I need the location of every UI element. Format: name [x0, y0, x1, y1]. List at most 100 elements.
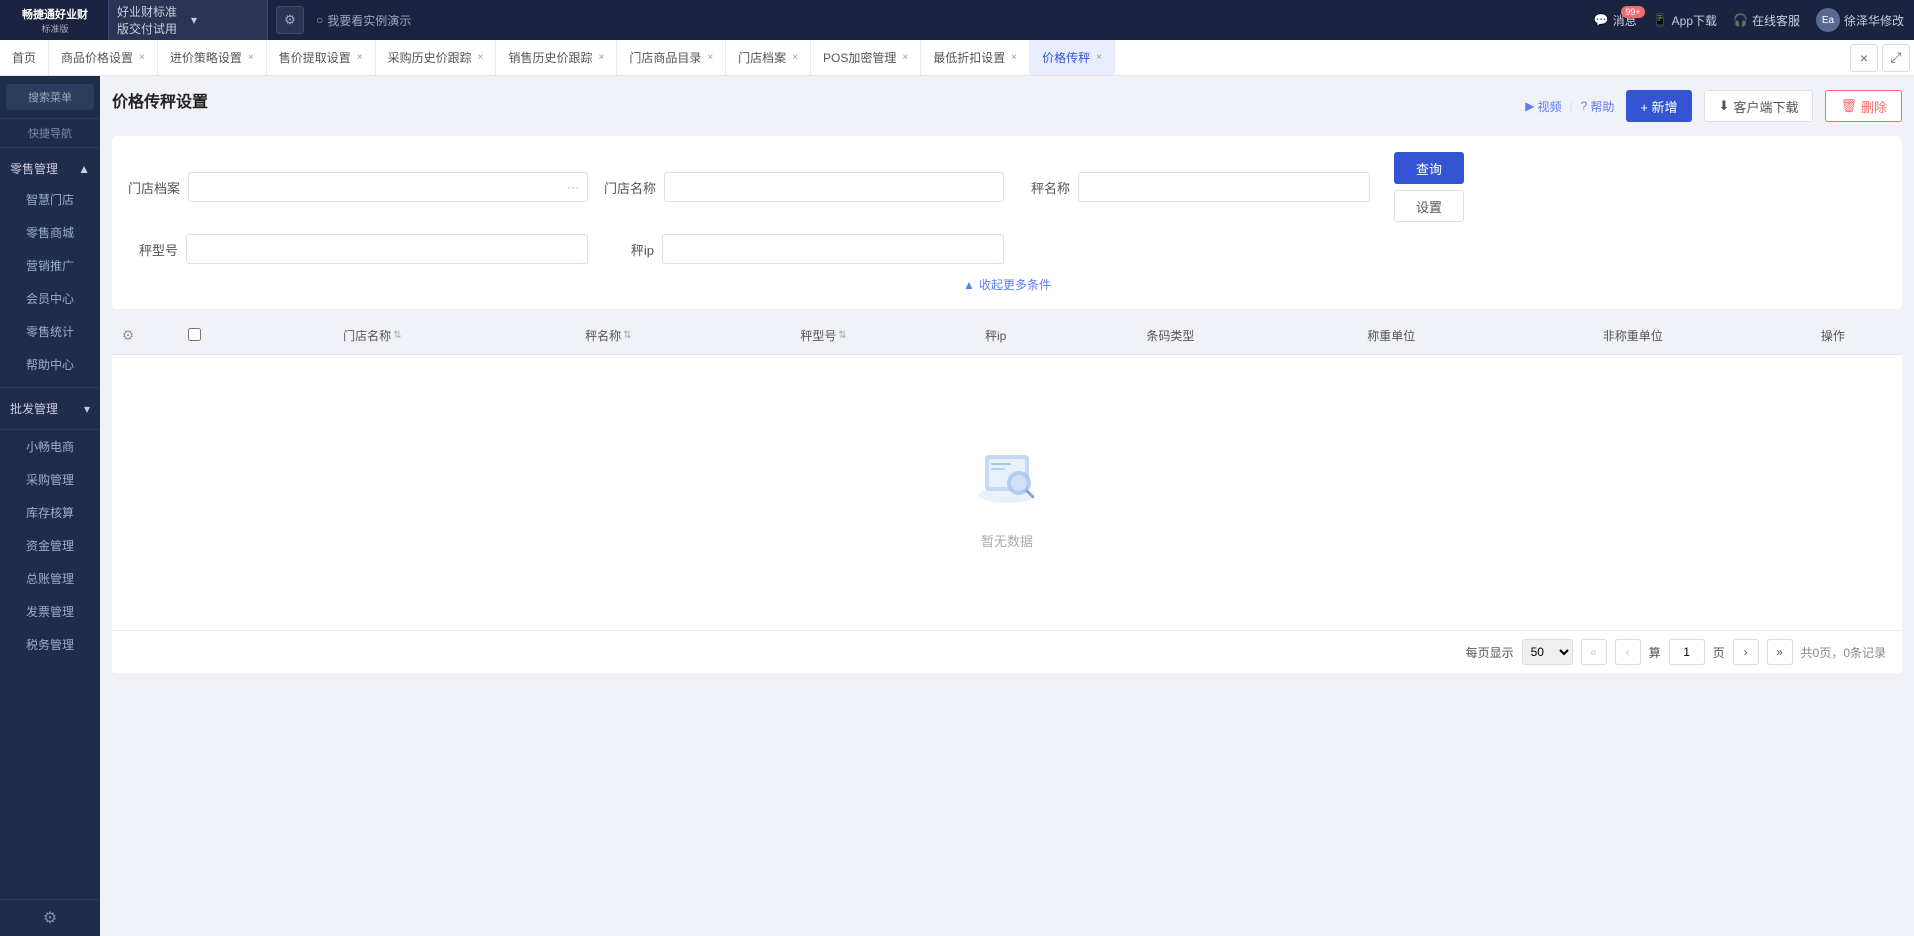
sort-scale-model[interactable]: 秤型号 ⇅	[724, 327, 923, 344]
tab-min-discount[interactable]: 最低折扣设置 ×	[921, 40, 1030, 76]
settings-button[interactable]: ⚙	[276, 6, 304, 34]
avatar: Ea	[1816, 8, 1840, 32]
sidebar-item-finance[interactable]: 资金管理	[0, 529, 100, 562]
sidebar-item-invoice[interactable]: 发票管理	[0, 595, 100, 628]
filter-row-1: 门店档案 ··· 门店名称 秤名称 查询 设置	[128, 152, 1886, 222]
sidebar-item-member[interactable]: 会员中心	[0, 282, 100, 315]
sidebar-item-retail-mall[interactable]: 零售商城	[0, 216, 100, 249]
tab-price-settings[interactable]: 商品价格设置 ×	[49, 40, 158, 76]
tab-store-catalog-label: 门店商品目录	[629, 49, 701, 66]
separator: |	[1570, 99, 1573, 113]
online-service-button[interactable]: 🎧 在线客服	[1733, 12, 1800, 29]
query-button[interactable]: 查询	[1394, 152, 1464, 184]
collapse-button[interactable]: ▲ 收起更多条件	[128, 276, 1886, 293]
sort-scale-name[interactable]: 秤名称 ⇅	[509, 327, 708, 344]
sidebar-item-smart-store[interactable]: 智慧门店	[0, 183, 100, 216]
tab-bar-end: × ⤢	[1850, 44, 1914, 72]
app-download-button[interactable]: 📱 App下载	[1653, 12, 1717, 29]
scale-ip-input[interactable]	[662, 234, 1004, 264]
page-prev-button[interactable]: ‹	[1615, 639, 1641, 665]
sort-icon-store-name: ⇅	[393, 330, 401, 341]
sidebar-item-purchase[interactable]: 采购管理	[0, 463, 100, 496]
filter-store-archive-label: 门店档案	[128, 178, 180, 197]
tab-purchase-strategy-close[interactable]: ×	[248, 52, 254, 63]
table-gear-icon[interactable]: ⚙	[122, 327, 135, 343]
demo-label: 我要看实例演示	[327, 12, 411, 29]
help-icon: ?	[1581, 99, 1588, 113]
tab-pos-management-close[interactable]: ×	[902, 52, 908, 63]
tab-menu-button[interactable]: ⤢	[1882, 44, 1910, 72]
tab-store-catalog[interactable]: 门店商品目录 ×	[617, 40, 726, 76]
tab-purchase-history-close[interactable]: ×	[478, 52, 484, 63]
download-button[interactable]: ⬇ 客户端下载	[1704, 90, 1814, 122]
delete-button[interactable]: 🗑 删除	[1825, 90, 1902, 122]
tab-store-archive[interactable]: 门店档案 ×	[726, 40, 811, 76]
page-first-button[interactable]: «	[1581, 639, 1607, 665]
help-button[interactable]: ? 帮助	[1581, 98, 1615, 115]
sidebar-item-general[interactable]: 总账管理	[0, 562, 100, 595]
tab-purchase-strategy[interactable]: 进价策略设置 ×	[158, 40, 267, 76]
version-selector[interactable]: 好业财标准版交付试用 ▾	[108, 0, 268, 41]
tab-price-scale-close[interactable]: ×	[1096, 52, 1102, 63]
sidebar-item-help[interactable]: 帮助中心	[0, 348, 100, 381]
tab-store-catalog-close[interactable]: ×	[707, 52, 713, 63]
sidebar-section-wholesale-header[interactable]: 批发管理 ▾	[0, 394, 100, 423]
tab-home[interactable]: 首页	[0, 40, 49, 76]
filter-scale-name: 秤名称	[1020, 172, 1370, 202]
help-area: ▶ 视频 | ? 帮助	[1525, 98, 1614, 115]
tab-price-scale[interactable]: 价格传秤 ×	[1030, 40, 1115, 76]
add-button[interactable]: + 新增	[1626, 90, 1691, 122]
per-page-select[interactable]: 10 20 50 100	[1522, 639, 1573, 665]
video-button[interactable]: ▶ 视频	[1525, 98, 1561, 115]
sidebar-bottom: ⚙	[0, 899, 100, 936]
scale-name-input[interactable]	[1078, 172, 1370, 202]
search-menu-button[interactable]: 搜索菜单	[6, 84, 94, 110]
sidebar-item-marketing[interactable]: 营销推广	[0, 249, 100, 282]
tab-close-all-button[interactable]: ×	[1850, 44, 1878, 72]
page-label: 算	[1649, 644, 1661, 661]
sidebar-item-tax[interactable]: 税务管理	[0, 628, 100, 661]
set-button[interactable]: 设置	[1394, 190, 1464, 222]
sidebar-section-retail-header[interactable]: 零售管理 ▲	[0, 154, 100, 183]
store-archive-input[interactable]: ···	[188, 172, 588, 202]
sidebar-item-retail-stats[interactable]: 零售统计	[0, 315, 100, 348]
quick-nav-button[interactable]: 快捷导航	[0, 119, 100, 148]
per-page-label: 每页显示	[1466, 644, 1514, 661]
tab-price-settings-close[interactable]: ×	[139, 52, 145, 63]
col-gear: ⚙	[112, 317, 144, 355]
message-button[interactable]: 💬 消息 99+	[1594, 12, 1637, 29]
page-last-button[interactable]: »	[1767, 639, 1793, 665]
sidebar-item-xiaochang[interactable]: 小畅电商	[0, 430, 100, 463]
tab-sale-price[interactable]: 售价提取设置 ×	[267, 40, 376, 76]
store-name-input[interactable]	[664, 172, 1004, 202]
tab-sale-history-close[interactable]: ×	[598, 52, 604, 63]
tab-sale-history[interactable]: 销售历史价跟踪 ×	[496, 40, 617, 76]
user-menu-button[interactable]: Ea 徐泽华修改	[1816, 8, 1904, 32]
version-label: 好业财标准版交付试用	[117, 3, 185, 37]
online-service-label: 在线客服	[1752, 12, 1800, 29]
logo-area: 畅捷通好业财 标准版	[10, 6, 100, 35]
tab-purchase-history[interactable]: 采购历史价跟踪 ×	[376, 40, 497, 76]
tab-store-archive-close[interactable]: ×	[792, 52, 798, 63]
page-number-input[interactable]	[1669, 639, 1705, 665]
tab-min-discount-label: 最低折扣设置	[933, 49, 1005, 66]
top-right: 💬 消息 99+ 📱 App下载 🎧 在线客服 Ea 徐泽华修改	[1594, 8, 1904, 32]
page-next-button[interactable]: ›	[1733, 639, 1759, 665]
sidebar-item-inventory[interactable]: 库存核算	[0, 496, 100, 529]
select-all-checkbox[interactable]	[188, 328, 201, 341]
tab-pos-management[interactable]: POS加密管理 ×	[811, 40, 921, 76]
sort-store-name[interactable]: 门店名称 ⇅	[252, 327, 493, 344]
tab-home-label: 首页	[12, 49, 36, 66]
tab-price-settings-label: 商品价格设置	[61, 49, 133, 66]
sidebar-gear-icon[interactable]: ⚙	[43, 908, 57, 928]
page-prev-icon: ‹	[1626, 645, 1630, 659]
main-layout: 搜索菜单 快捷导航 零售管理 ▲ 智慧门店 零售商城 营销推广 会员中心 零售统…	[0, 76, 1914, 936]
tab-price-scale-label: 价格传秤	[1042, 49, 1090, 66]
tab-min-discount-close[interactable]: ×	[1011, 52, 1017, 63]
demo-button[interactable]: ○ 我要看实例演示	[316, 12, 411, 29]
scale-model-input[interactable]	[186, 234, 588, 264]
table-header-row: ⚙ 门店名称 ⇅ 秤名称	[112, 317, 1902, 355]
empty-state: 暂无数据	[112, 355, 1902, 630]
tab-sale-price-close[interactable]: ×	[357, 52, 363, 63]
sidebar-section-retail-label: 零售管理	[10, 160, 58, 177]
